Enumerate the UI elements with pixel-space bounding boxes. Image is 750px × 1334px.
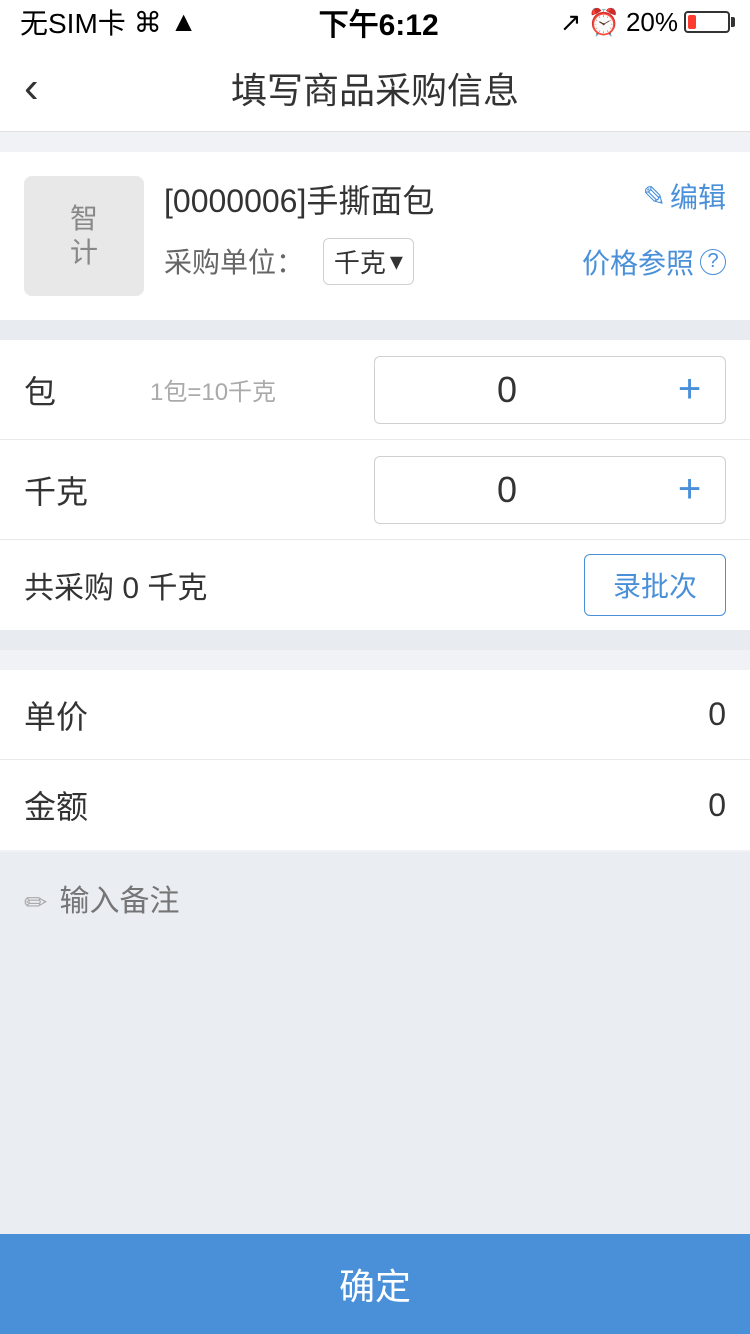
kg-input-row: 千克 + bbox=[0, 440, 750, 540]
status-bar: 无SIM卡 ⌘ ▲ 下午6:12 ↗ ⏰ 20% bbox=[0, 0, 750, 44]
confirm-button[interactable]: 确定 bbox=[339, 1258, 411, 1310]
confirm-section[interactable]: 确定 bbox=[0, 1234, 750, 1334]
status-time: 下午6:12 bbox=[319, 0, 439, 44]
page-title: 填写商品采购信息 bbox=[231, 62, 519, 114]
unit-price-value: 0 bbox=[708, 696, 726, 733]
carrier-label: 无SIM卡 bbox=[20, 2, 126, 42]
signal-bars: ▲ bbox=[170, 6, 198, 38]
bag-label: 包 bbox=[24, 367, 144, 413]
product-image: 智 计 bbox=[24, 176, 144, 296]
unit-row-left: 采购单位： 千克 ▾ bbox=[164, 238, 414, 285]
bag-input-row: 包 1包=10千克 + bbox=[0, 340, 750, 440]
help-icon: ? bbox=[700, 249, 726, 275]
battery-icon bbox=[684, 11, 730, 33]
amount-row: 金额 0 bbox=[0, 760, 750, 850]
chevron-down-icon: ▾ bbox=[390, 246, 403, 277]
product-name: [0000006]手撕面包 bbox=[164, 176, 643, 222]
location-icon: ↗ bbox=[560, 7, 582, 38]
bag-sublabel: 1包=10千克 bbox=[150, 372, 276, 407]
kg-quantity-input[interactable] bbox=[374, 456, 654, 524]
bag-input-right: + bbox=[276, 356, 726, 424]
kg-plus-button[interactable]: + bbox=[654, 456, 726, 524]
battery-percent: 20% bbox=[626, 7, 678, 38]
unit-price-label: 单价 bbox=[24, 692, 88, 738]
total-row: 共采购 0 千克 录批次 bbox=[0, 540, 750, 630]
product-top-row: [0000006]手撕面包 ✎ 编辑 bbox=[164, 176, 726, 222]
status-left: 无SIM卡 ⌘ ▲ bbox=[20, 2, 198, 42]
kg-input-right: + bbox=[144, 456, 726, 524]
nav-bar: ‹ 填写商品采购信息 bbox=[0, 44, 750, 132]
total-label: 共采购 0 千克 bbox=[24, 563, 207, 607]
input-section: 包 1包=10千克 + 千克 + bbox=[0, 340, 750, 540]
unit-price-row: 单价 0 bbox=[0, 670, 750, 760]
alarm-icon: ⏰ bbox=[588, 7, 620, 38]
unit-row-label: 采购单位： bbox=[164, 247, 304, 278]
kg-label: 千克 bbox=[24, 467, 144, 513]
product-card: 智 计 [0000006]手撕面包 ✎ 编辑 采购单位： 千克 ▾ 价格参照 ? bbox=[0, 152, 750, 320]
amount-value: 0 bbox=[708, 787, 726, 824]
bag-quantity-input[interactable] bbox=[374, 356, 654, 424]
price-ref-button[interactable]: 价格参照 ? bbox=[582, 242, 726, 282]
unit-select[interactable]: 千克 ▾ bbox=[323, 238, 414, 285]
bag-plus-button[interactable]: + bbox=[654, 356, 726, 424]
detail-section: 单价 0 金额 0 bbox=[0, 670, 750, 850]
edit-button[interactable]: ✎ 编辑 bbox=[643, 176, 726, 216]
section-divider-2 bbox=[0, 630, 750, 650]
remark-input[interactable] bbox=[59, 885, 726, 919]
remark-section: ✏ bbox=[0, 852, 750, 952]
amount-label: 金额 bbox=[24, 782, 88, 828]
back-button[interactable]: ‹ bbox=[24, 66, 39, 110]
section-divider-1 bbox=[0, 320, 750, 340]
product-unit-row: 采购单位： 千克 ▾ 价格参照 ? bbox=[164, 238, 726, 285]
status-right: ↗ ⏰ 20% bbox=[560, 7, 730, 38]
batch-button[interactable]: 录批次 bbox=[584, 554, 726, 616]
edit-icon: ✎ bbox=[643, 180, 666, 213]
pencil-icon: ✏ bbox=[24, 886, 47, 919]
product-info: [0000006]手撕面包 ✎ 编辑 采购单位： 千克 ▾ 价格参照 ? bbox=[164, 176, 726, 285]
product-logo: 智 计 bbox=[70, 202, 98, 269]
battery-fill bbox=[688, 15, 696, 29]
wifi-icon: ⌘ bbox=[134, 6, 162, 39]
